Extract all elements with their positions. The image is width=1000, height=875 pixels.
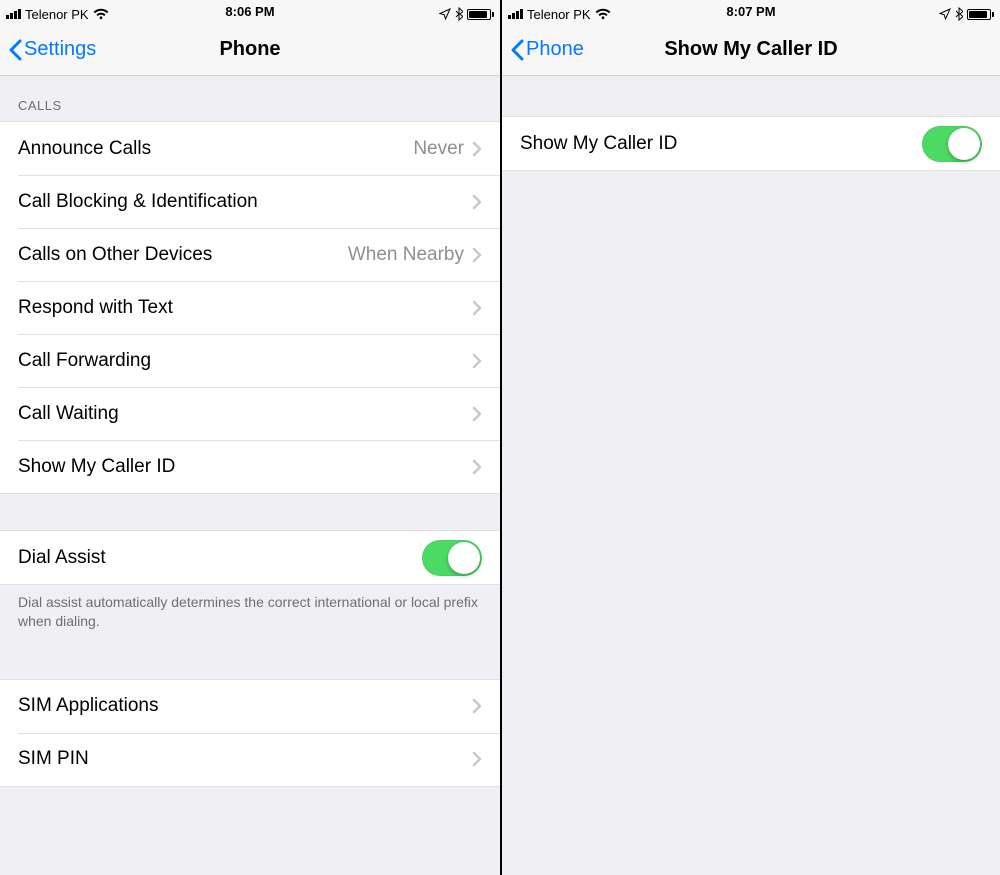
row-label: Call Forwarding <box>18 350 472 372</box>
carrier-label: Telenor PK <box>527 7 591 22</box>
row-value: Never <box>413 138 464 160</box>
location-icon <box>439 8 451 20</box>
row-label: Show My Caller ID <box>18 456 472 478</box>
calls-group: Announce Calls Never Call Blocking & Ide… <box>0 121 500 494</box>
wifi-icon <box>595 8 611 20</box>
location-icon <box>939 8 951 20</box>
back-button[interactable]: Settings <box>8 24 96 75</box>
row-label: SIM Applications <box>18 695 472 717</box>
caller-id-group: Show My Caller ID <box>502 116 1000 171</box>
row-label: Call Waiting <box>18 403 472 425</box>
status-bar: Telenor PK 8:06 PM <box>0 0 500 24</box>
row-show-caller-id[interactable]: Show My Caller ID <box>0 440 500 493</box>
dial-assist-footer: Dial assist automatically determines the… <box>0 585 500 631</box>
chevron-right-icon <box>472 698 482 714</box>
screen-phone-settings: Telenor PK 8:06 PM Settings P <box>0 0 500 875</box>
status-bar: Telenor PK 8:07 PM <box>502 0 1000 24</box>
row-announce-calls[interactable]: Announce Calls Never <box>0 122 500 175</box>
section-header-calls: CALLS <box>0 76 500 121</box>
row-call-waiting[interactable]: Call Waiting <box>0 387 500 440</box>
row-sim-applications[interactable]: SIM Applications <box>0 680 500 733</box>
dial-assist-group: Dial Assist <box>0 530 500 585</box>
carrier-label: Telenor PK <box>25 7 89 22</box>
chevron-right-icon <box>472 300 482 316</box>
row-calls-other-devices[interactable]: Calls on Other Devices When Nearby <box>0 228 500 281</box>
chevron-right-icon <box>472 353 482 369</box>
row-label: Dial Assist <box>18 547 422 569</box>
nav-bar: Phone Show My Caller ID <box>502 24 1000 76</box>
row-label: Call Blocking & Identification <box>18 191 472 213</box>
chevron-right-icon <box>472 247 482 263</box>
row-show-caller-id-toggle: Show My Caller ID <box>502 117 1000 170</box>
chevron-right-icon <box>472 141 482 157</box>
back-label: Phone <box>526 38 584 61</box>
back-button[interactable]: Phone <box>510 24 584 75</box>
row-value: When Nearby <box>348 244 464 266</box>
battery-icon <box>467 9 494 20</box>
bluetooth-icon <box>955 7 963 21</box>
sim-group: SIM Applications SIM PIN <box>0 679 500 787</box>
bluetooth-icon <box>455 7 463 21</box>
row-dial-assist: Dial Assist <box>0 531 500 584</box>
cellular-signal-icon <box>6 9 21 19</box>
row-call-blocking[interactable]: Call Blocking & Identification <box>0 175 500 228</box>
dial-assist-toggle[interactable] <box>422 540 482 576</box>
chevron-right-icon <box>472 194 482 210</box>
battery-icon <box>967 9 994 20</box>
wifi-icon <box>93 8 109 20</box>
row-label: Respond with Text <box>18 297 472 319</box>
nav-bar: Settings Phone <box>0 24 500 76</box>
row-label: Calls on Other Devices <box>18 244 348 266</box>
show-caller-id-toggle[interactable] <box>922 126 982 162</box>
row-label: Show My Caller ID <box>520 133 922 155</box>
chevron-right-icon <box>472 459 482 475</box>
row-label: SIM PIN <box>18 748 472 770</box>
row-call-forwarding[interactable]: Call Forwarding <box>0 334 500 387</box>
screen-show-caller-id: Telenor PK 8:07 PM Phone Show <box>500 0 1000 875</box>
row-respond-text[interactable]: Respond with Text <box>0 281 500 334</box>
chevron-right-icon <box>472 406 482 422</box>
back-label: Settings <box>24 38 96 61</box>
row-label: Announce Calls <box>18 138 413 160</box>
cellular-signal-icon <box>508 9 523 19</box>
chevron-right-icon <box>472 751 482 767</box>
row-sim-pin[interactable]: SIM PIN <box>0 733 500 786</box>
